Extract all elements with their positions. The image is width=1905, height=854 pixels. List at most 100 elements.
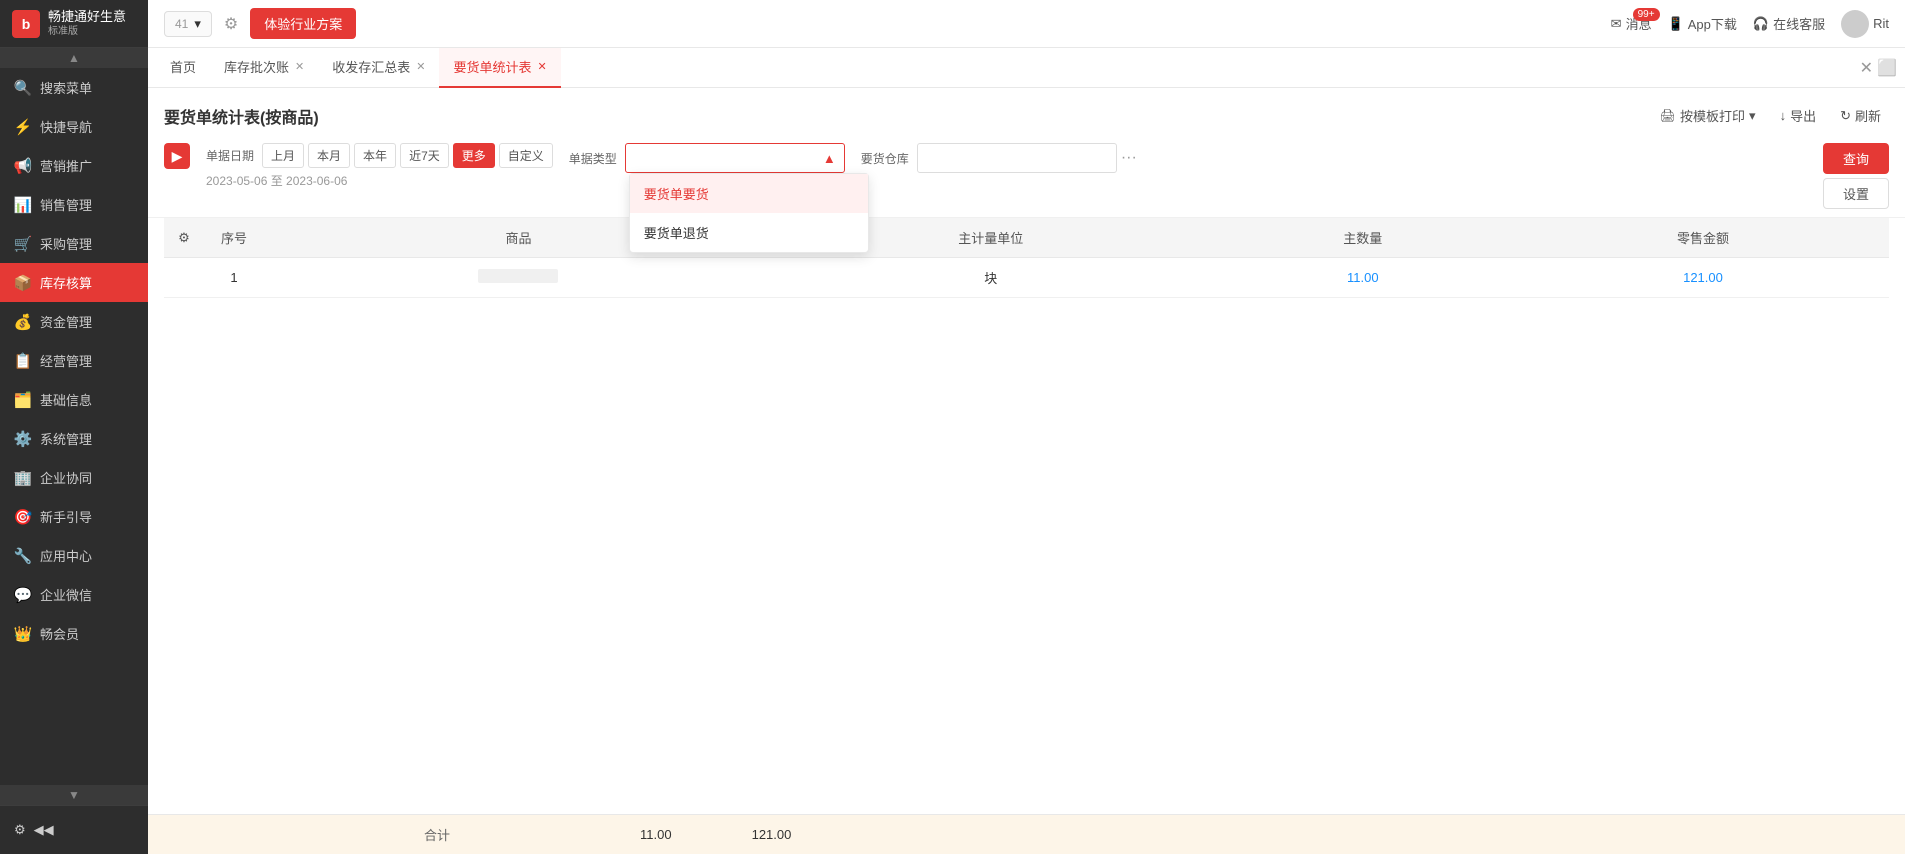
col-settings-icon: ⚙ xyxy=(178,230,190,245)
sidebar-scroll-down[interactable]: ▼ xyxy=(0,785,148,805)
sidebar: b 畅捷通好生意 标准版 ▲ 🔍 搜索菜单 ⚡ 快捷导航 📢 营销推广 📊 销售… xyxy=(0,0,148,854)
footer-amount: 121.00 xyxy=(672,827,792,842)
print-chevron-icon: ▾ xyxy=(1749,108,1756,124)
dropdown-item-order-return[interactable]: 要货单退货 xyxy=(630,213,868,252)
user-avatar[interactable]: Rit xyxy=(1841,10,1889,38)
col-settings[interactable]: ⚙ xyxy=(164,218,204,258)
purchase-icon: 🛒 xyxy=(14,235,32,253)
page-actions: 🖨 按模板打印 ▾ ↓ 导出 ↻ 刷新 xyxy=(1652,102,1890,129)
tabs-bar: 首页 库存批次账 ✕ 收发存汇总表 ✕ 要货单统计表 ✕ ✕ ⬜ xyxy=(148,48,1905,88)
filter-date-row: 单据日期 上月 本月 本年 近7天 更多 自定义 xyxy=(206,143,553,168)
basic-icon: 🗂️ xyxy=(14,391,32,409)
sales-icon: 📊 xyxy=(14,196,32,214)
main-area: 41 ▾ ⚙ 体验行业方案 ✉ 消息 99+ 📱 App下载 🎧 在线客服 R xyxy=(148,0,1905,854)
export-icon: ↓ xyxy=(1780,108,1787,123)
date-range-display: 2023-05-06 至 2023-06-06 xyxy=(206,172,553,189)
enterprise-icon: 🏢 xyxy=(14,469,32,487)
close-tab-receipt-summary[interactable]: ✕ xyxy=(416,60,425,73)
filter-action-buttons: 查询 设置 xyxy=(1823,143,1889,209)
filter-type-label: 单据类型 xyxy=(569,150,617,167)
date-btn-custom[interactable]: 自定义 xyxy=(499,143,553,168)
settings-gear-icon: ⚙ xyxy=(14,822,26,838)
system-icon: ⚙️ xyxy=(14,430,32,448)
topbar-settings-icon[interactable]: ⚙ xyxy=(224,14,238,34)
sidebar-item-purchase[interactable]: 🛒 采购管理 xyxy=(0,224,148,263)
date-buttons: 上月 本月 本年 近7天 更多 自定义 xyxy=(262,143,553,168)
quick-nav-icon: ⚡ xyxy=(14,118,32,136)
sidebar-item-search[interactable]: 🔍 搜索菜单 xyxy=(0,68,148,107)
trial-btn[interactable]: 体验行业方案 xyxy=(250,8,356,39)
tab-home[interactable]: 首页 xyxy=(156,48,210,88)
tab-receipt-summary[interactable]: 收发存汇总表 ✕ xyxy=(318,48,439,88)
sidebar-scroll-up[interactable]: ▲ xyxy=(0,48,148,68)
filter-warehouse-label: 要货仓库 xyxy=(861,150,909,167)
sidebar-logo: b 畅捷通好生意 标准版 xyxy=(0,0,148,48)
messages-btn[interactable]: ✉ 消息 99+ xyxy=(1611,14,1652,33)
query-btn[interactable]: 查询 xyxy=(1823,143,1889,174)
sidebar-item-quick-nav[interactable]: ⚡ 快捷导航 xyxy=(0,107,148,146)
tabs-expand-icon[interactable]: ⬜ xyxy=(1877,58,1897,78)
sidebar-item-member[interactable]: 👑 畅会员 xyxy=(0,614,148,653)
refresh-btn[interactable]: ↻ 刷新 xyxy=(1832,102,1889,129)
close-tab-inventory-batch[interactable]: ✕ xyxy=(295,60,304,73)
inventory-icon: 📦 xyxy=(14,274,32,292)
filter-date-label: 单据日期 xyxy=(206,147,254,164)
date-btn-year[interactable]: 本年 xyxy=(354,143,396,168)
export-btn[interactable]: ↓ 导出 xyxy=(1772,102,1825,129)
sidebar-item-enterprise[interactable]: 🏢 企业协同 xyxy=(0,458,148,497)
sidebar-item-guide[interactable]: 🎯 新手引导 xyxy=(0,497,148,536)
date-btn-week[interactable]: 近7天 xyxy=(400,143,449,168)
close-tab-order-stats[interactable]: ✕ xyxy=(538,60,547,73)
filter-warehouse-row: 要货仓库 ··· xyxy=(861,143,1137,173)
app-download-btn[interactable]: 📱 App下载 xyxy=(1668,14,1737,33)
phone-icon: 📱 xyxy=(1668,16,1684,32)
sidebar-item-basic[interactable]: 🗂️ 基础信息 xyxy=(0,380,148,419)
filter-expand-btn[interactable]: ▶ xyxy=(164,143,190,169)
sidebar-item-inventory[interactable]: 📦 库存核算 xyxy=(0,263,148,302)
wechat-icon: 💬 xyxy=(14,586,32,604)
row-index: 1 xyxy=(204,258,264,298)
warehouse-more-icon[interactable]: ··· xyxy=(1121,149,1137,167)
app-center-icon: 🔧 xyxy=(14,547,32,565)
table-footer: 合计 11.00 121.00 xyxy=(148,814,1905,854)
type-dropdown: 要货单要货 要货单退货 xyxy=(629,173,869,253)
sidebar-settings-btn[interactable]: ⚙ ◀◀ xyxy=(0,814,148,846)
filter-date-group: 单据日期 上月 本月 本年 近7天 更多 自定义 2023-05-06 至 20… xyxy=(206,143,553,189)
tab-inventory-batch[interactable]: 库存批次账 ✕ xyxy=(210,48,318,88)
row-product xyxy=(264,258,773,298)
chevron-down-icon: ▾ xyxy=(194,16,201,32)
app-logo-icon: b xyxy=(12,10,40,38)
filter-warehouse-input[interactable] xyxy=(917,143,1117,173)
sidebar-items-list: 🔍 搜索菜单 ⚡ 快捷导航 📢 营销推广 📊 销售管理 🛒 采购管理 📦 库存核… xyxy=(0,68,148,785)
print-btn[interactable]: 🖨 按模板打印 ▾ xyxy=(1652,102,1764,129)
date-btn-up[interactable]: 上月 xyxy=(262,143,304,168)
col-index: 序号 xyxy=(204,218,264,258)
date-btn-more[interactable]: 更多 xyxy=(453,143,495,168)
member-icon: 👑 xyxy=(14,625,32,643)
sidebar-item-sales[interactable]: 📊 销售管理 xyxy=(0,185,148,224)
sidebar-item-wechat[interactable]: 💬 企业微信 xyxy=(0,575,148,614)
tab-order-stats[interactable]: 要货单统计表 ✕ xyxy=(439,48,560,88)
sidebar-collapse-btn[interactable]: ◀◀ xyxy=(34,822,54,838)
page-header: 要货单统计表(按商品) 🖨 按模板打印 ▾ ↓ 导出 ↻ 刷新 xyxy=(148,88,1905,135)
filter-type-select[interactable]: ▲ xyxy=(625,143,845,173)
tabs-close-all-icon[interactable]: ✕ xyxy=(1860,58,1873,78)
page-title: 要货单统计表(按商品) xyxy=(164,104,319,128)
sidebar-item-system[interactable]: ⚙️ 系统管理 xyxy=(0,419,148,458)
print-icon: 🖨 xyxy=(1660,108,1677,124)
sidebar-item-finance[interactable]: 💰 资金管理 xyxy=(0,302,148,341)
message-icon: ✉ xyxy=(1611,16,1622,32)
data-table: ⚙ 序号 商品 主计量单位 主数量 零售金额 1 xyxy=(164,218,1889,298)
settings-btn[interactable]: 设置 xyxy=(1823,178,1889,209)
sidebar-item-marketing[interactable]: 📢 营销推广 xyxy=(0,146,148,185)
table-header-row: ⚙ 序号 商品 主计量单位 主数量 零售金额 xyxy=(164,218,1889,258)
col-quantity: 主数量 xyxy=(1209,218,1517,258)
store-selector[interactable]: 41 ▾ xyxy=(164,11,212,37)
dropdown-item-order-goods[interactable]: 要货单要货 xyxy=(630,174,868,213)
filter-warehouse-input-wrap: ··· xyxy=(917,143,1137,173)
date-btn-current[interactable]: 本月 xyxy=(308,143,350,168)
sidebar-item-app-center[interactable]: 🔧 应用中心 xyxy=(0,536,148,575)
sidebar-bottom: ⚙ ◀◀ xyxy=(0,805,148,854)
online-service-btn[interactable]: 🎧 在线客服 xyxy=(1753,14,1825,33)
sidebar-item-operation[interactable]: 📋 经营管理 xyxy=(0,341,148,380)
